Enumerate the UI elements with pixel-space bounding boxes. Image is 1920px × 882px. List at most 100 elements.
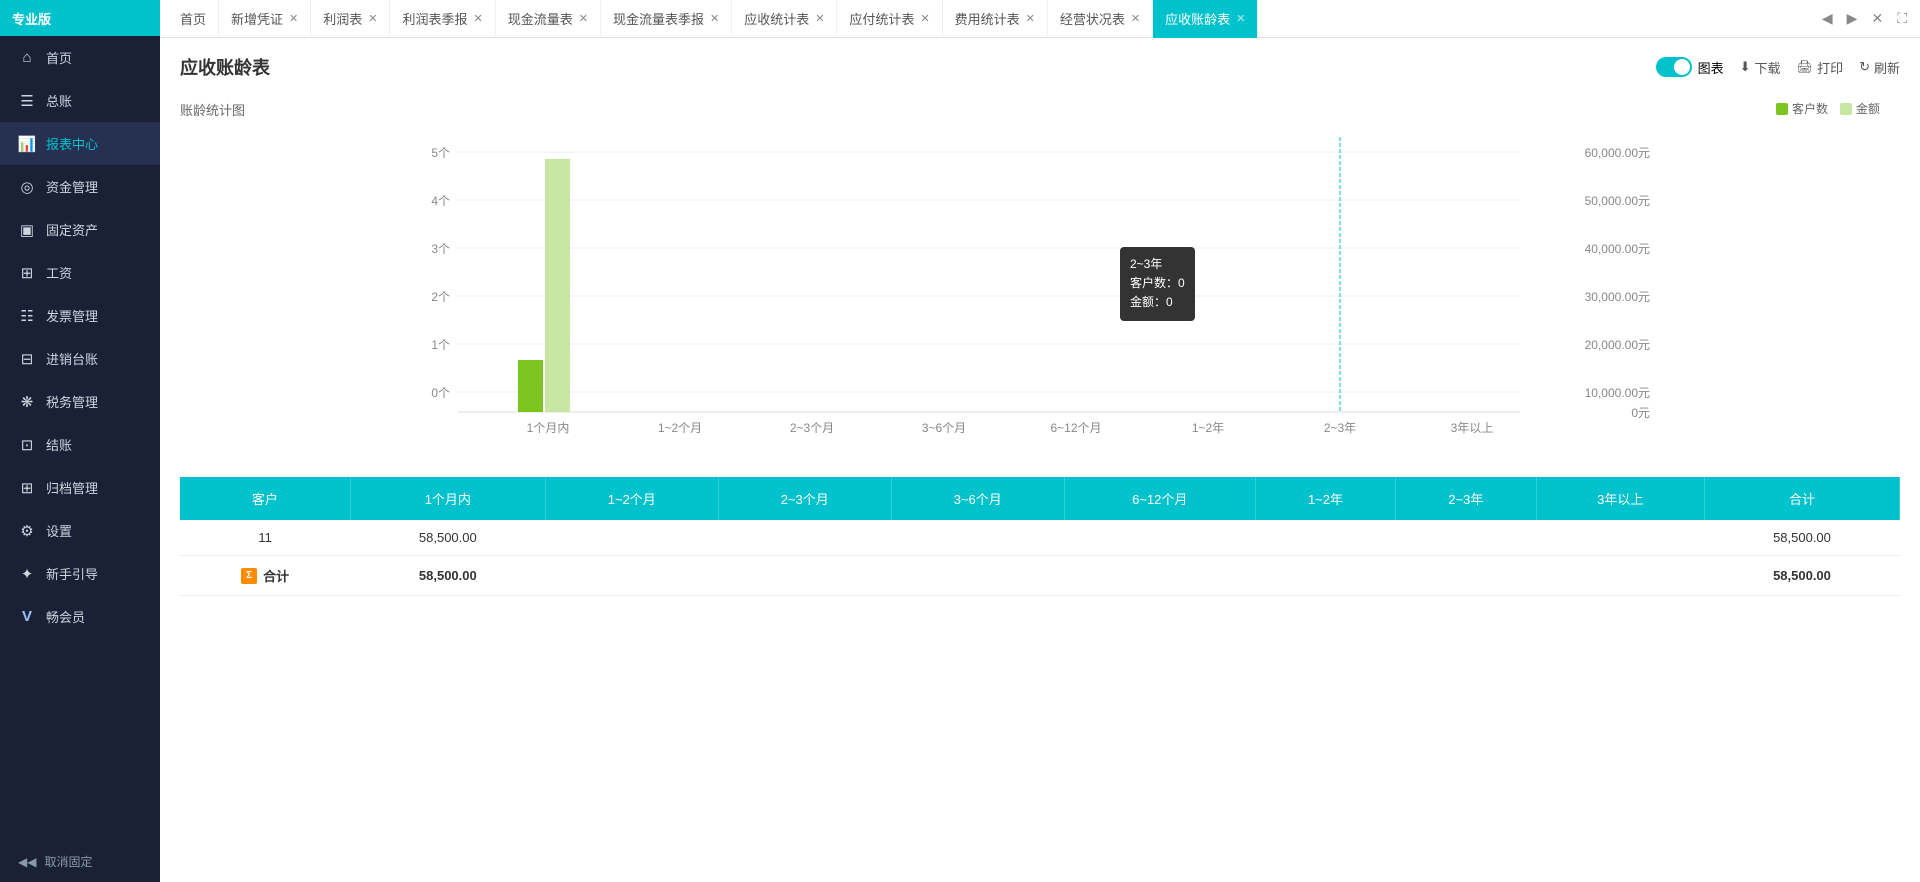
sidebar-item-archive-label: 归档管理 (46, 478, 98, 497)
sidebar-item-invoice[interactable]: ☷ 发票管理 (0, 294, 160, 337)
tab-close-all-button[interactable]: ✕ (1866, 8, 1888, 29)
sidebar-item-home[interactable]: ⌂ 首页 (0, 36, 160, 79)
tab-profit-quarter[interactable]: 利润表季报 ✕ (390, 0, 495, 38)
tab-cashflow-label: 现金流量表 (508, 9, 573, 28)
tab-aging-close[interactable]: ✕ (1236, 12, 1245, 25)
tab-profit-quarter-label: 利润表季报 (402, 9, 467, 28)
cell-m1: 58,500.00 (350, 520, 545, 556)
tab-next-button[interactable]: ▶ (1842, 8, 1863, 29)
table-header-row: 客户 1个月内 1~2个月 2~3个月 3~6个月 6~12个月 1~2年 2~… (180, 477, 1900, 520)
tab-home[interactable]: 首页 (168, 0, 219, 38)
cell-m1-2 (545, 520, 718, 556)
tab-cashflow-close[interactable]: ✕ (579, 12, 588, 25)
inventory-icon: ⊟ (18, 350, 36, 368)
tab-cashflow-quarter-close[interactable]: ✕ (710, 12, 719, 25)
legend-amount-label: 金额 (1856, 100, 1880, 117)
refresh-button[interactable]: ↻ 刷新 (1859, 58, 1900, 77)
tooltip-amount: 金额：0 (1130, 293, 1185, 312)
tab-profit[interactable]: 利润表 ✕ (311, 0, 390, 38)
sidebar-item-archive[interactable]: ⊞ 归档管理 (0, 466, 160, 509)
chart-tooltip: 2~3年 客户数：0 金额：0 (1120, 247, 1195, 321)
sidebar-item-settings[interactable]: ⚙ 设置 (0, 509, 160, 552)
tab-cashflow-quarter[interactable]: 现金流量表季报 ✕ (601, 0, 732, 38)
tab-profit-quarter-close[interactable]: ✕ (474, 12, 483, 25)
download-button[interactable]: ⬇ 下载 (1740, 58, 1781, 77)
legend-customers-dot (1776, 103, 1788, 115)
print-button[interactable]: 🖨 打印 (1797, 58, 1844, 77)
header-actions: 图表 ⬇ 下载 🖨 打印 ↻ 刷新 (1656, 57, 1900, 77)
table-total-row: Σ 合计 58,500.00 58,500.00 (180, 556, 1900, 596)
tab-voucher-close[interactable]: ✕ (289, 12, 298, 25)
sidebar-item-reports-label: 报表中心 (46, 134, 98, 153)
svg-text:1个: 1个 (431, 338, 450, 352)
sidebar-item-close[interactable]: ⊡ 结账 (0, 423, 160, 466)
total-label-text: 合计 (263, 566, 289, 585)
svg-text:3年以上: 3年以上 (1451, 421, 1494, 435)
sidebar-item-reports[interactable]: 📊 报表中心 (0, 122, 160, 165)
tab-prev-button[interactable]: ◀ (1817, 8, 1838, 29)
tab-operation[interactable]: 经营状况表 ✕ (1048, 0, 1153, 38)
svg-text:5个: 5个 (431, 146, 450, 160)
tab-aging-label: 应收账龄表 (1165, 9, 1230, 28)
tab-operation-close[interactable]: ✕ (1131, 12, 1140, 25)
total-label-cell: Σ 合计 (180, 556, 350, 596)
archive-icon: ⊞ (18, 479, 36, 497)
total-m1-2 (545, 556, 718, 596)
svg-text:3个: 3个 (431, 242, 450, 256)
data-table: 客户 1个月内 1~2个月 2~3个月 3~6个月 6~12个月 1~2年 2~… (180, 477, 1900, 596)
sidebar-item-ledger[interactable]: ☰ 总账 (0, 79, 160, 122)
sidebar-item-salary-label: 工资 (46, 263, 72, 282)
sidebar-item-tax[interactable]: ❋ 税务管理 (0, 380, 160, 423)
col-header-m6-12: 6~12个月 (1064, 477, 1255, 520)
tab-receivable-stat[interactable]: 应收统计表 ✕ (732, 0, 837, 38)
home-icon: ⌂ (18, 49, 36, 67)
total-m1: 58,500.00 (350, 556, 545, 596)
tab-navigation: ◀ ▶ ✕ ⛶ (1817, 8, 1912, 29)
table-area: 客户 1个月内 1~2个月 2~3个月 3~6个月 6~12个月 1~2年 2~… (180, 477, 1900, 596)
tab-voucher-label: 新增凭证 (231, 9, 283, 28)
svg-text:4个: 4个 (431, 194, 450, 208)
tab-cashflow[interactable]: 现金流量表 ✕ (496, 0, 601, 38)
tab-expand-button[interactable]: ⛶ (1892, 8, 1912, 29)
gear-icon: ⚙ (18, 522, 36, 540)
sidebar-item-assets[interactable]: ▣ 固定资产 (0, 208, 160, 251)
chart-toggle[interactable]: 图表 (1656, 57, 1724, 77)
sidebar-item-funds[interactable]: ◎ 资金管理 (0, 165, 160, 208)
svg-text:50,000.00元: 50,000.00元 (1585, 194, 1650, 208)
print-label: 打印 (1817, 58, 1843, 77)
tab-receivable-stat-close[interactable]: ✕ (815, 12, 824, 25)
sidebar-item-guide[interactable]: ✦ 新手引导 (0, 552, 160, 595)
tab-voucher[interactable]: 新增凭证 ✕ (219, 0, 311, 38)
cell-y2-3 (1396, 520, 1536, 556)
svg-text:3~6个月: 3~6个月 (922, 421, 966, 435)
sidebar-collapse-button[interactable]: ◀◀ 取消固定 (0, 841, 160, 882)
cell-m6-12 (1064, 520, 1255, 556)
chart-legend: 客户数 金额 (1776, 100, 1880, 117)
sidebar-logo: 专业版 (0, 0, 160, 36)
tab-expense-stat-close[interactable]: ✕ (1026, 12, 1035, 25)
tab-expense-stat-label: 费用统计表 (955, 9, 1020, 28)
toggle-switch-control[interactable] (1656, 57, 1692, 77)
tab-payable-stat[interactable]: 应付统计表 ✕ (837, 0, 942, 38)
svg-text:1~2个月: 1~2个月 (658, 421, 702, 435)
cell-m3-6 (891, 520, 1064, 556)
sidebar-item-inventory[interactable]: ⊟ 进销台账 (0, 337, 160, 380)
cell-y1-2 (1255, 520, 1395, 556)
sidebar-item-member-label: 畅会员 (46, 607, 85, 626)
sidebar-item-salary[interactable]: ⊞ 工资 (0, 251, 160, 294)
tab-payable-stat-close[interactable]: ✕ (920, 12, 929, 25)
tab-expense-stat[interactable]: 费用统计表 ✕ (943, 0, 1048, 38)
tooltip-period: 2~3年 (1130, 255, 1185, 274)
tab-profit-close[interactable]: ✕ (368, 12, 377, 25)
svg-text:1个月内: 1个月内 (527, 421, 570, 435)
cell-m2-3 (718, 520, 891, 556)
legend-amount-dot (1840, 103, 1852, 115)
reports-icon: 📊 (18, 135, 36, 153)
tab-receivable-stat-label: 应收统计表 (744, 9, 809, 28)
member-icon: V (18, 608, 36, 626)
col-header-total: 合计 (1704, 477, 1899, 520)
sidebar-item-member[interactable]: V 畅会员 (0, 595, 160, 638)
total-y3plus (1536, 556, 1704, 596)
tab-aging[interactable]: 应收账龄表 ✕ (1153, 0, 1258, 38)
sidebar-item-close-label: 结账 (46, 435, 72, 454)
